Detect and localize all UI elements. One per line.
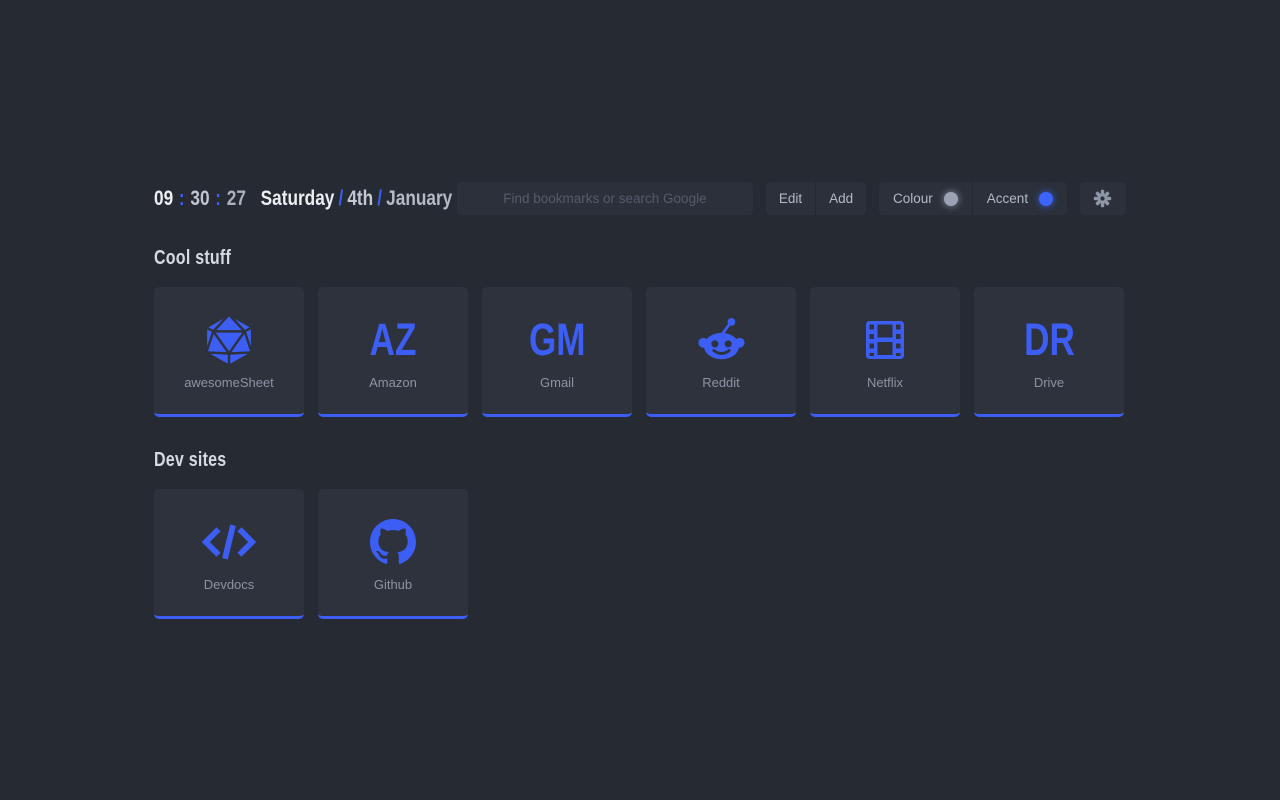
section-title: Dev sites xyxy=(154,449,227,471)
bookmark-label: Drive xyxy=(1033,375,1065,390)
edit-button[interactable]: Edit xyxy=(766,182,815,215)
clock-hours: 09 xyxy=(154,186,174,210)
divider xyxy=(971,182,973,215)
bookmark-card-netflix[interactable]: Netflix xyxy=(810,287,960,417)
clock-and-date: 09 : 30 : 27 Saturday / 4th / January xyxy=(154,182,452,215)
bookmark-label: Devdocs xyxy=(203,577,255,592)
drive-abbr: DR xyxy=(1023,314,1075,365)
theme-toggle-group: Colour Accent xyxy=(879,182,1068,215)
bookmark-card-github[interactable]: Github xyxy=(318,489,468,619)
bookmark-grid: awesomeSheet AZ Amazon GM Gmail Reddit N… xyxy=(154,287,1126,417)
bookmark-card-amazon[interactable]: AZ Amazon xyxy=(318,287,468,417)
section-dev-sites: Dev sites Devdocs Github xyxy=(154,447,1126,619)
start-page: 09 : 30 : 27 Saturday / 4th / January Ed… xyxy=(154,0,1126,619)
search-input[interactable] xyxy=(456,182,753,215)
bookmark-card-drive[interactable]: DR Drive xyxy=(974,287,1124,417)
settings-button[interactable] xyxy=(1079,182,1126,215)
amazon-abbr: AZ xyxy=(369,314,417,365)
colour-toggle[interactable] xyxy=(943,191,958,206)
gmail-abbr: GM xyxy=(528,314,586,365)
add-button[interactable]: Add xyxy=(816,182,866,215)
date-month: January xyxy=(386,186,453,210)
bookmark-label: Github xyxy=(373,577,413,592)
section-title: Cool stuff xyxy=(154,247,232,269)
code-brackets-icon xyxy=(201,523,257,560)
bookmark-label: awesomeSheet xyxy=(184,375,274,390)
bookmark-label: Gmail xyxy=(540,375,574,390)
d20-dice-icon xyxy=(205,313,253,366)
date-weekday: Saturday xyxy=(260,186,335,210)
github-octocat-icon xyxy=(370,518,416,564)
accent-toggle[interactable] xyxy=(1039,191,1054,206)
clock-colon: : xyxy=(178,186,185,210)
top-bar: 09 : 30 : 27 Saturday / 4th / January Ed… xyxy=(154,182,1126,215)
bookmark-card-awesomesheet[interactable]: awesomeSheet xyxy=(154,287,304,417)
date-day: 4th xyxy=(347,186,374,210)
accent-label: Accent xyxy=(986,191,1029,206)
date-separator: / xyxy=(338,186,344,210)
bookmark-grid: Devdocs Github xyxy=(154,489,1126,619)
date-separator: / xyxy=(377,186,383,210)
gear-icon xyxy=(1094,189,1112,208)
bookmark-label: Netflix xyxy=(866,375,904,390)
bookmark-card-reddit[interactable]: Reddit xyxy=(646,287,796,417)
bookmark-card-gmail[interactable]: GM Gmail xyxy=(482,287,632,417)
bookmark-label: Amazon xyxy=(369,375,417,390)
bookmark-card-devdocs[interactable]: Devdocs xyxy=(154,489,304,619)
section-cool-stuff: Cool stuff awesomeSheet AZ Amazon GM Gma… xyxy=(154,245,1126,417)
film-strip-icon xyxy=(866,320,904,359)
bookmark-label: Reddit xyxy=(702,375,740,390)
clock-seconds: 27 xyxy=(226,186,246,210)
edit-add-group: Edit Add xyxy=(765,182,867,215)
colour-label: Colour xyxy=(893,191,933,206)
reddit-alien-icon xyxy=(697,318,745,360)
clock-minutes: 30 xyxy=(190,186,210,210)
clock-colon: : xyxy=(215,186,222,210)
